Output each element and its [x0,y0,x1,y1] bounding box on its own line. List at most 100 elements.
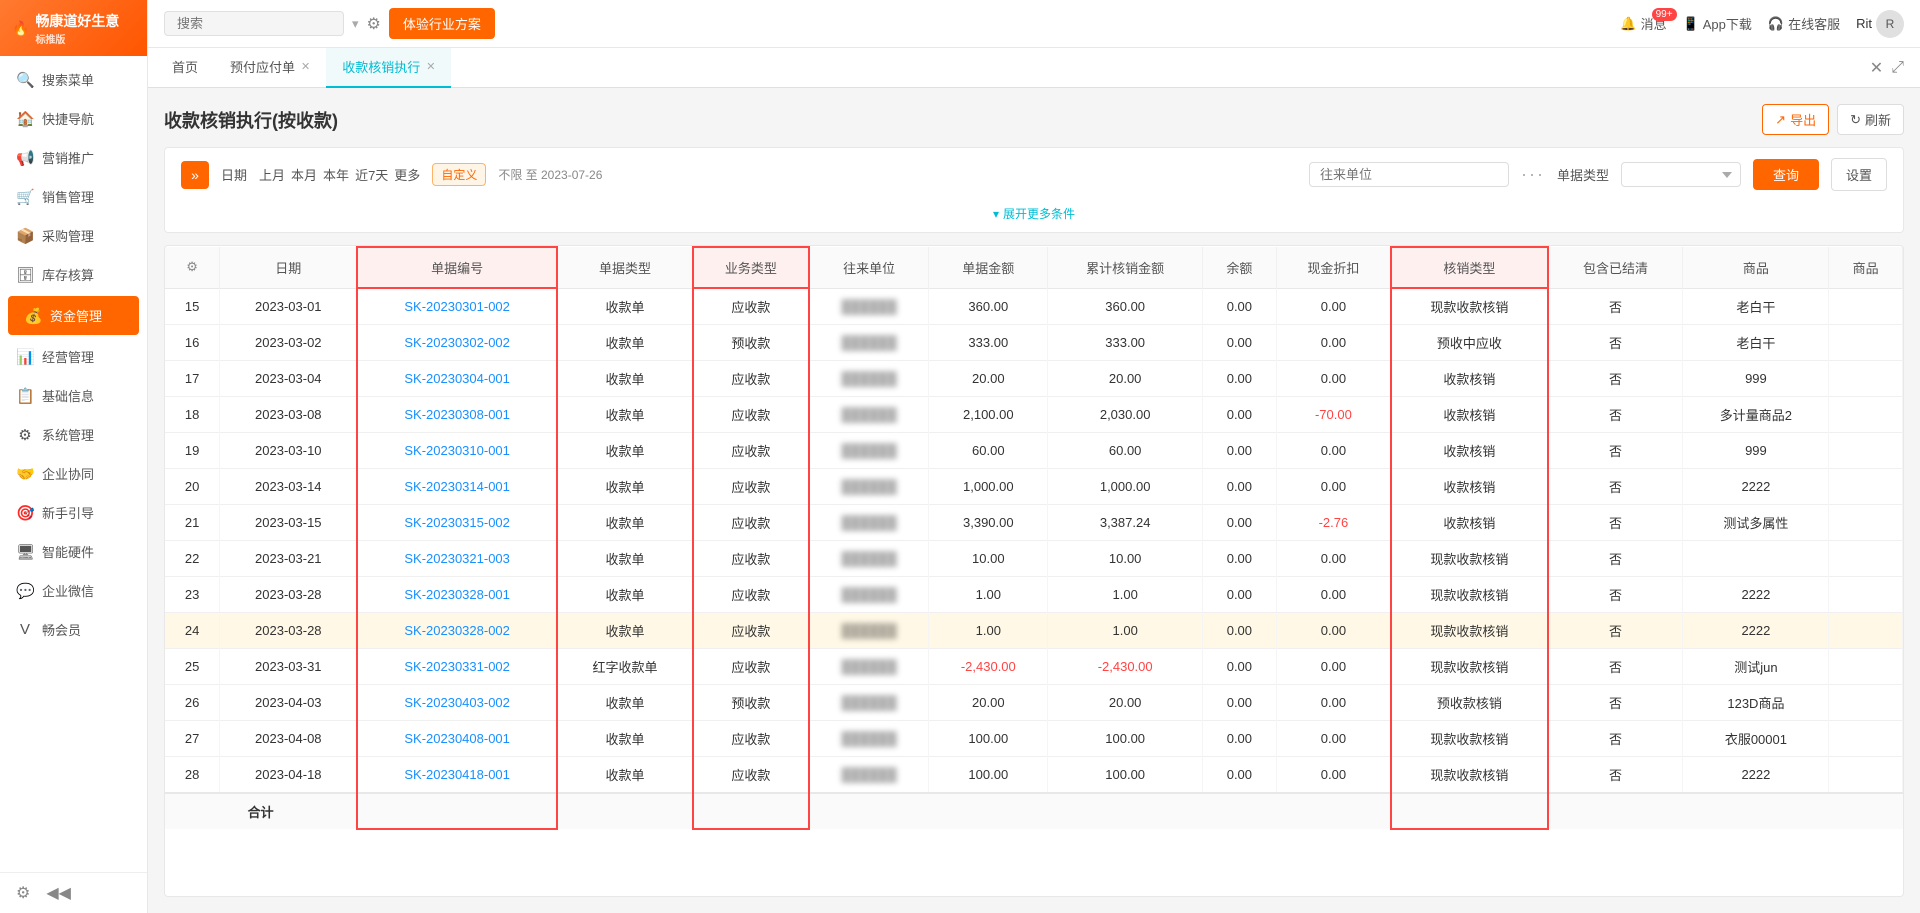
cell-receipt-no[interactable]: SK-20230328-001 [357,577,557,613]
sidebar-label-basic: 基础信息 [42,386,94,405]
sidebar-item-guide[interactable]: 🎯新手引导 [0,493,147,532]
sidebar-item-vip[interactable]: V畅会员 [0,610,147,649]
table-row: 26 2023-04-03 SK-20230403-002 收款单 预收款 ██… [165,685,1903,721]
cell-receipt-no[interactable]: SK-20230304-001 [357,361,557,397]
cell-unit: ██████ [809,288,929,325]
cell-amount: 360.00 [929,288,1048,325]
cell-unit: ██████ [809,505,929,541]
settings-btn[interactable]: 设置 [1831,158,1887,191]
sidebar-item-basic[interactable]: 📋基础信息 [0,376,147,415]
cell-receipt-no[interactable]: SK-20230302-002 [357,325,557,361]
sidebar-item-quick-nav[interactable]: 🏠快捷导航 [0,99,147,138]
col-biz-type: 业务类型 [693,247,809,288]
filter-unit-input[interactable] [1309,162,1509,187]
cell-goods: 999 [1683,361,1829,397]
sidebar-icon-marketing: 📢 [16,149,34,167]
filter-receipt-type-label: 单据类型 [1557,165,1609,184]
sidebar-icon-vip: V [16,621,34,638]
cell-goods [1683,541,1829,577]
sidebar-item-finance[interactable]: 💰资金管理 [8,296,139,335]
sidebar-item-operations[interactable]: 📊经营管理 [0,337,147,376]
sidebar-item-system[interactable]: ⚙系统管理 [0,415,147,454]
cell-receipt-no[interactable]: SK-20230328-002 [357,613,557,649]
cell-cash-discount: 0.00 [1276,613,1391,649]
cell-receipt-no[interactable]: SK-20230308-001 [357,397,557,433]
table-row: 20 2023-03-14 SK-20230314-001 收款单 应收款 ██… [165,469,1903,505]
cell-receipt-type: 收款单 [557,613,693,649]
cell-goods2 [1829,325,1903,361]
filter-toggle-btn[interactable]: » [181,161,209,189]
sidebar-item-hardware[interactable]: 🖥智能硬件 [0,532,147,571]
cell-biz-type: 应收款 [693,288,809,325]
customer-service-item[interactable]: 🎧 在线客服 [1768,14,1840,33]
filter-date-this-month[interactable]: 本月 [291,165,317,184]
cell-balance: 0.00 [1203,288,1277,325]
cell-settled: 否 [1548,649,1683,685]
tab-home-label: 首页 [172,57,198,76]
sidebar-item-cooperation[interactable]: 🤝企业协同 [0,454,147,493]
table-footer-row: 合计 [165,793,1903,829]
bottom-settings-icon[interactable]: ⚙ [16,883,30,903]
bottom-collapse-icon[interactable]: ◀◀ [46,883,71,903]
tab-maximize-icon[interactable]: ⤢ [1891,59,1904,77]
tab-home[interactable]: 首页 [156,48,214,88]
notification-item[interactable]: 🔔 消息 99+ [1620,14,1666,33]
cell-receipt-no[interactable]: SK-20230314-001 [357,469,557,505]
sidebar-item-inventory[interactable]: 🗄库存核算 [0,255,147,294]
sidebar-bottom[interactable]: ⚙ ◀◀ [0,872,147,913]
cell-receipt-no[interactable]: SK-20230408-001 [357,721,557,757]
filter-date-7days[interactable]: 近7天 [355,165,388,184]
cell-amount: 20.00 [929,685,1048,721]
sidebar-label-marketing: 营销推广 [42,148,94,167]
cell-receipt-no[interactable]: SK-20230321-003 [357,541,557,577]
tab-collection-close[interactable]: ✕ [426,60,435,73]
filter-date-more[interactable]: 更多 [394,165,420,184]
expand-more-btn[interactable]: ▾ 展开更多条件 [993,205,1075,222]
cell-receipt-no[interactable]: SK-20230331-002 [357,649,557,685]
filter-date-this-year[interactable]: 本年 [323,165,349,184]
tab-prepaid-close[interactable]: ✕ [301,60,310,73]
sidebar-item-wechat[interactable]: 💬企业微信 [0,571,147,610]
user-item[interactable]: Rit R [1856,10,1904,38]
cell-no: 22 [165,541,220,577]
col-settings[interactable]: ⚙ [165,247,220,288]
tab-collection[interactable]: 收款核销执行 ✕ [326,48,451,88]
filter-receipt-type-select[interactable] [1621,162,1741,187]
industry-btn[interactable]: 体验行业方案 [389,8,495,39]
cell-goods: 测试jun [1683,649,1829,685]
topbar-search-input[interactable] [164,11,344,36]
tab-close-all-icon[interactable]: ✕ [1870,58,1883,78]
cell-receipt-no[interactable]: SK-20230315-002 [357,505,557,541]
cell-receipt-no[interactable]: SK-20230418-001 [357,757,557,794]
cell-goods2 [1829,577,1903,613]
cell-verified: 2,030.00 [1048,397,1203,433]
query-btn[interactable]: 查询 [1753,159,1819,190]
cell-no: 21 [165,505,220,541]
cell-biz-type: 预收款 [693,325,809,361]
topbar-gear-icon[interactable]: ⚙ [367,14,381,34]
cell-receipt-no[interactable]: SK-20230301-002 [357,288,557,325]
cell-goods2 [1829,613,1903,649]
cell-amount: 100.00 [929,721,1048,757]
topbar-dropdown-icon[interactable]: ▾ [352,16,359,32]
filter-date-last-month[interactable]: 上月 [259,165,285,184]
sidebar-item-search[interactable]: 🔍搜索菜单 [0,60,147,99]
filter-date-custom-btn[interactable]: 自定义 [432,163,486,186]
cell-receipt-no[interactable]: SK-20230310-001 [357,433,557,469]
sidebar-item-purchase[interactable]: 📦采购管理 [0,216,147,255]
cell-verified: 1.00 [1048,577,1203,613]
cell-receipt-no[interactable]: SK-20230403-002 [357,685,557,721]
sidebar-item-marketing[interactable]: 📢 营销推广 [0,138,147,177]
filter-dots[interactable]: ··· [1521,164,1545,185]
refresh-btn[interactable]: ↻ 刷新 [1837,104,1904,135]
cell-no: 19 [165,433,220,469]
filter-bar: » 日期 上月 本月 本年 近7天 更多 自定义 不限 至 2023-07-26… [164,147,1904,233]
sidebar-label-finance: 资金管理 [50,306,102,325]
cell-amount: 1.00 [929,613,1048,649]
export-btn[interactable]: ↗ 导出 [1762,104,1829,135]
main-area: ▾ ⚙ 体验行业方案 🔔 消息 99+ 📱 App下载 🎧 在线客服 Rit R [148,0,1920,913]
sidebar-item-sales[interactable]: 🛒销售管理 [0,177,147,216]
cell-amount: 1.00 [929,577,1048,613]
app-download-item[interactable]: 📱 App下载 [1683,14,1752,33]
tab-prepaid[interactable]: 预付应付单 ✕ [214,48,326,88]
